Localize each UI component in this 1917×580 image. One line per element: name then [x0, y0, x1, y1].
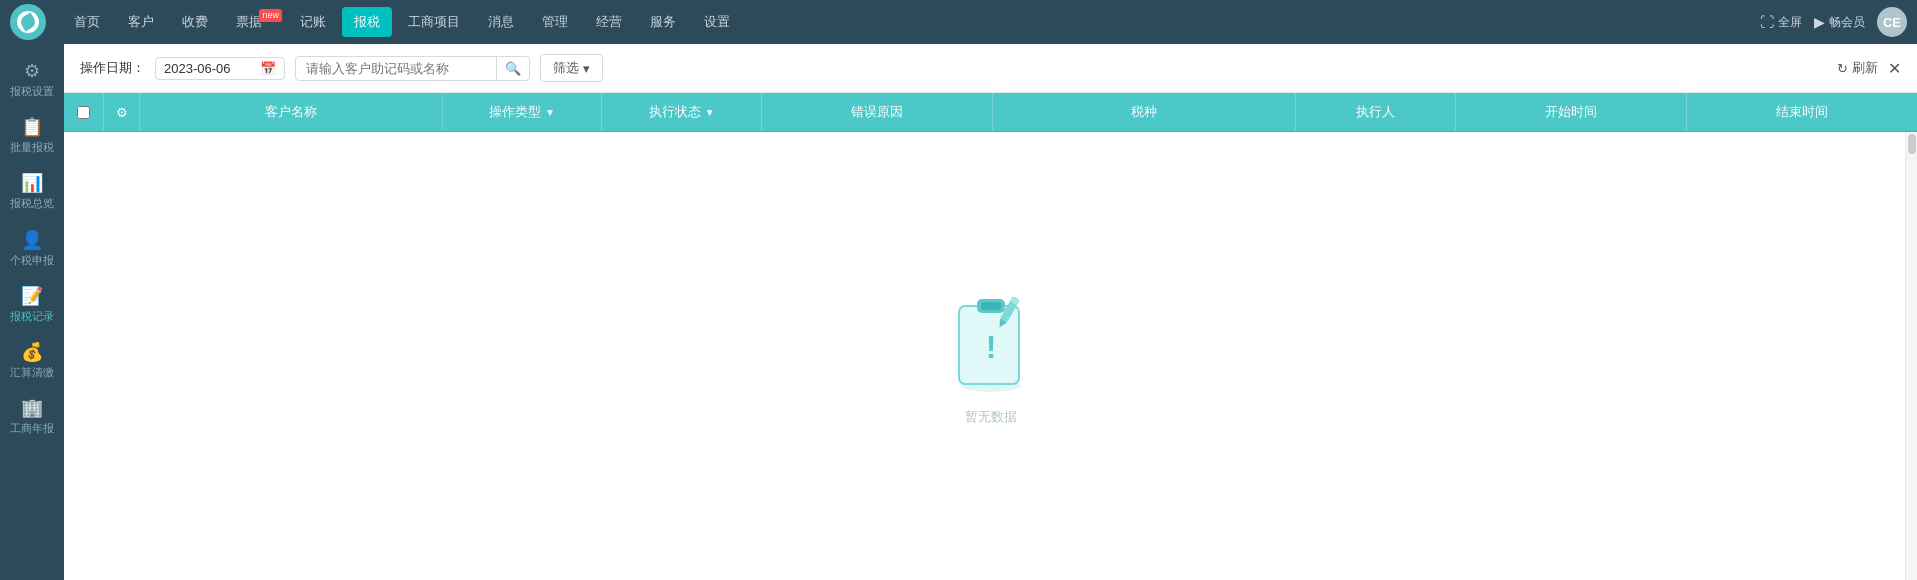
sidebar-item-tax-records[interactable]: 📝 报税记录: [0, 277, 64, 331]
sidebar-item-batch-tax[interactable]: 📋 批量报税: [0, 108, 64, 162]
th-start-time: 开始时间: [1456, 93, 1687, 131]
th-type[interactable]: 操作类型 ▼: [443, 93, 603, 131]
th-tax: 税种: [993, 93, 1296, 131]
sidebar-item-tax-settings[interactable]: ⚙ 报税设置: [0, 52, 64, 106]
settlement-icon: 💰: [21, 341, 43, 363]
main-layout: ⚙ 报税设置 📋 批量报税 📊 报税总览 👤 个税申报 📝 报税记录 💰 汇算清…: [0, 44, 1917, 580]
data-table: ⚙ 客户名称 操作类型 ▼ 执行状态 ▼ 错误原因 税种: [64, 93, 1917, 580]
nav-menu: 首页 客户 收费 票据 new 记账 报税 工商项目 消息 管理 经营: [62, 7, 1760, 37]
table-header: ⚙ 客户名称 操作类型 ▼ 执行状态 ▼ 错误原因 税种: [64, 93, 1917, 132]
content-area: 操作日期： 📅 🔍 筛选 ▾ ↻ 刷新 ✕: [64, 44, 1917, 580]
table-body: ! 暂无数据: [64, 132, 1917, 580]
nav-item-management[interactable]: 管理: [530, 7, 580, 37]
nav-item-operation[interactable]: 经营: [584, 7, 634, 37]
personal-tax-icon: 👤: [21, 229, 43, 251]
th-client: 客户名称: [140, 93, 443, 131]
close-button[interactable]: ✕: [1888, 59, 1901, 78]
sidebar-item-personal-tax[interactable]: 👤 个税申报: [0, 221, 64, 275]
search-box: 🔍: [295, 56, 530, 81]
nav-item-invoice[interactable]: 票据 new: [224, 7, 284, 37]
nav-item-tax[interactable]: 报税: [342, 7, 392, 37]
nav-item-accounts[interactable]: 记账: [288, 7, 338, 37]
batch-tax-icon: 📋: [21, 116, 43, 138]
nav-item-billing[interactable]: 收费: [170, 7, 220, 37]
nav-right-area: ⛶ 全屏 ▶ 畅会员 CE: [1760, 7, 1907, 37]
nav-item-settings[interactable]: 设置: [692, 7, 742, 37]
sort-type-icon: ▼: [545, 107, 555, 118]
th-checkbox[interactable]: [64, 93, 104, 131]
sort-status-icon: ▼: [705, 107, 715, 118]
nav-item-services[interactable]: 服务: [638, 7, 688, 37]
refresh-icon: ↻: [1837, 61, 1848, 76]
th-status[interactable]: 执行状态 ▼: [602, 93, 762, 131]
play-icon: ▶: [1814, 14, 1825, 30]
user-avatar[interactable]: CE: [1877, 7, 1907, 37]
member-button[interactable]: ▶ 畅会员: [1814, 14, 1865, 31]
scrollbar[interactable]: [1905, 132, 1917, 580]
date-input[interactable]: [164, 61, 254, 76]
empty-illustration: !: [941, 286, 1041, 396]
date-picker[interactable]: 📅: [155, 57, 285, 80]
fullscreen-button[interactable]: ⛶ 全屏: [1760, 14, 1802, 31]
tax-settings-icon: ⚙: [24, 60, 40, 82]
tax-overview-icon: 📊: [21, 172, 43, 194]
search-input[interactable]: [296, 57, 496, 80]
new-badge: new: [259, 9, 282, 22]
fullscreen-icon: ⛶: [1760, 14, 1774, 30]
th-error: 错误原因: [762, 93, 993, 131]
tax-records-icon: 📝: [21, 285, 43, 307]
svg-text:!: !: [985, 329, 996, 365]
nav-item-messages[interactable]: 消息: [476, 7, 526, 37]
th-settings[interactable]: ⚙: [104, 93, 140, 131]
th-end-time: 结束时间: [1687, 93, 1917, 131]
sidebar: ⚙ 报税设置 📋 批量报税 📊 报税总览 👤 个税申报 📝 报税记录 💰 汇算清…: [0, 44, 64, 580]
empty-text: 暂无数据: [965, 408, 1017, 426]
sidebar-item-tax-overview[interactable]: 📊 报税总览: [0, 164, 64, 218]
filter-button[interactable]: 筛选 ▾: [540, 54, 603, 82]
date-label: 操作日期：: [80, 59, 145, 77]
toolbar: 操作日期： 📅 🔍 筛选 ▾ ↻ 刷新 ✕: [64, 44, 1917, 93]
settings-icon: ⚙: [116, 105, 128, 120]
top-navigation: 首页 客户 收费 票据 new 记账 报税 工商项目 消息 管理 经营: [0, 0, 1917, 44]
sidebar-item-settlement[interactable]: 💰 汇算清缴: [0, 333, 64, 387]
scroll-thumb[interactable]: [1908, 134, 1916, 154]
nav-item-home[interactable]: 首页: [62, 7, 112, 37]
search-button[interactable]: 🔍: [496, 57, 529, 80]
chevron-down-icon: ▾: [583, 61, 590, 76]
select-all-checkbox[interactable]: [77, 106, 90, 119]
annual-report-icon: 🏢: [21, 397, 43, 419]
nav-item-customers[interactable]: 客户: [116, 7, 166, 37]
empty-state: ! 暂无数据: [941, 286, 1041, 426]
svg-rect-3: [981, 302, 1001, 310]
nav-item-bizproject[interactable]: 工商项目: [396, 7, 472, 37]
calendar-icon: 📅: [260, 61, 276, 76]
app-logo[interactable]: [10, 4, 46, 40]
refresh-button[interactable]: ↻ 刷新: [1837, 59, 1878, 77]
sidebar-item-annual-report[interactable]: 🏢 工商年报: [0, 389, 64, 443]
empty-svg: !: [941, 286, 1041, 396]
th-executor: 执行人: [1296, 93, 1456, 131]
